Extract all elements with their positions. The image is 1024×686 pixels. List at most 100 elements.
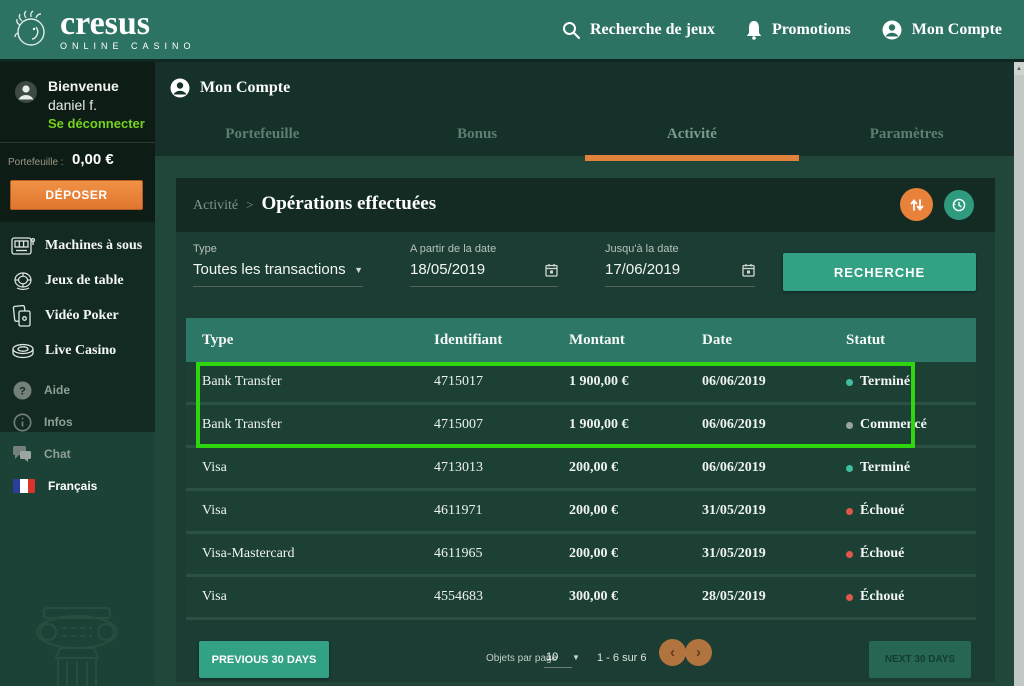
sidebar-divider (0, 142, 155, 143)
slot-machine-icon (11, 236, 35, 256)
sidebar-item-live-casino[interactable]: Live Casino (0, 333, 155, 368)
table-header-row: Type Identifiant Montant Date Statut (186, 318, 976, 362)
greek-column-art (22, 600, 132, 686)
tab-portefeuille[interactable]: Portefeuille (155, 112, 370, 156)
history-button[interactable] (944, 190, 974, 220)
cell-date: 31/05/2019 (686, 503, 830, 519)
welcome-greeting: Bienvenue (48, 78, 119, 94)
filter-type-label: Type (193, 243, 363, 255)
breadcrumb: Activité > Opérations effectuées (193, 193, 436, 215)
calendar-icon (742, 263, 755, 277)
table-row[interactable]: Visa 4611971 200,00 € 31/05/2019 Échoué (186, 491, 976, 534)
page-previous-button[interactable]: ‹ (659, 639, 686, 666)
account-icon (169, 77, 191, 99)
status-label: Échoué (860, 503, 904, 519)
vertical-scrollbar[interactable]: ▲ (1014, 62, 1024, 686)
sidebar-item-label: Jeux de table (45, 273, 124, 289)
filter-date-to-value: 17/06/2019 (605, 261, 680, 278)
breadcrumb-parent[interactable]: Activité (193, 198, 238, 214)
sidebar-item-aide[interactable]: ? Aide (0, 375, 155, 405)
recherche-button[interactable]: RECHERCHE (783, 253, 976, 291)
search-icon (561, 20, 581, 40)
chevron-right-icon: › (696, 644, 701, 661)
filter-underline (605, 286, 755, 287)
account-band: Mon Compte Portefeuille Bonus Activité P… (155, 62, 1014, 157)
sidebar-item-label: Chat (44, 447, 71, 461)
tab-bonus[interactable]: Bonus (370, 112, 585, 156)
nav-search-games[interactable]: Recherche de jeux (561, 20, 715, 40)
filter-underline (193, 286, 363, 287)
table-row[interactable]: Visa-Mastercard 4611965 200,00 € 31/05/2… (186, 534, 976, 577)
cell-date: 28/05/2019 (686, 589, 830, 605)
wallet-label: Portefeuille : (8, 157, 64, 168)
cell-status: Échoué (830, 503, 976, 519)
col-date: Date (686, 332, 830, 349)
sidebar-item-label: Infos (44, 415, 73, 429)
cards-icon (12, 305, 34, 327)
account-tabs: Portefeuille Bonus Activité Paramètres (155, 112, 1014, 157)
cell-amount: 1 900,00 € (553, 417, 686, 433)
status-dot (846, 465, 853, 472)
status-label: Échoué (860, 589, 904, 605)
cell-id: 4713013 (418, 460, 553, 476)
sidebar-item-langue-francais[interactable]: Français (0, 471, 155, 501)
sidebar-item-machines-a-sous[interactable]: Machines à sous (0, 228, 155, 263)
sidebar-item-label: Live Casino (45, 343, 116, 359)
previous-30-days-button[interactable]: PREVIOUS 30 DAYS (199, 641, 329, 678)
transfer-arrows-icon (909, 197, 925, 213)
logout-link[interactable]: Se déconnecter (48, 116, 145, 131)
status-label: Terminé (860, 460, 910, 476)
sidebar-account-block: Bienvenue daniel f. Se déconnecter Porte… (0, 62, 155, 222)
chevron-left-icon: ‹ (670, 644, 675, 661)
page-title: Mon Compte (200, 79, 290, 97)
breadcrumb-current: Opérations effectuées (261, 193, 436, 215)
svg-text:?: ? (19, 385, 26, 397)
chevron-down-icon: ▼ (354, 265, 363, 275)
cresus-logo[interactable]: cresus ONLINE CASINO (10, 7, 196, 53)
nav-promotions[interactable]: Promotions (745, 20, 851, 40)
deposit-button[interactable]: DÉPOSER (10, 180, 143, 210)
table-row[interactable]: Visa 4554683 300,00 € 28/05/2019 Échoué (186, 577, 976, 620)
transactions-button[interactable] (900, 188, 933, 221)
wallet-amount: 0,00 € (72, 151, 114, 168)
filter-date-from-input[interactable]: A partir de la date 18/05/2019 (410, 243, 558, 287)
per-page-select[interactable]: 10 (544, 651, 572, 668)
sidebar-item-jeux-de-table[interactable]: Jeux de table (0, 263, 155, 298)
cell-type: Bank Transfer (186, 374, 418, 390)
filter-underline (410, 286, 558, 287)
sidebar: Bienvenue daniel f. Se déconnecter Porte… (0, 62, 155, 686)
filter-date-to-input[interactable]: Jusqu'à la date 17/06/2019 (605, 243, 755, 287)
scrollbar-up-arrow[interactable]: ▲ (1014, 62, 1024, 75)
activity-panel: Activité > Opérations effectuées (176, 178, 995, 682)
table-row[interactable]: Visa 4713013 200,00 € 06/06/2019 Terminé (186, 448, 976, 491)
cell-id: 4611971 (418, 503, 553, 519)
cell-id: 4554683 (418, 589, 553, 605)
top-navigation: Recherche de jeux Promotions Mon Compte (561, 19, 1024, 41)
next-30-days-button[interactable]: NEXT 30 DAYS (869, 641, 971, 678)
filter-type-select[interactable]: Type Toutes les transactions▼ (193, 243, 363, 287)
history-icon (951, 197, 967, 213)
nav-mon-compte[interactable]: Mon Compte (881, 19, 1002, 41)
chevron-down-icon: ▼ (572, 653, 580, 662)
tab-activite[interactable]: Activité (585, 112, 800, 156)
cresus-casino-app: cresus ONLINE CASINO Recherche de jeux P… (0, 0, 1024, 686)
panel-header: Activité > Opérations effectuées (176, 178, 995, 232)
french-flag-icon (13, 479, 35, 493)
status-dot (846, 551, 853, 558)
nav-search-label: Recherche de jeux (590, 21, 715, 39)
cell-date: 31/05/2019 (686, 546, 830, 562)
calendar-icon (545, 263, 558, 277)
cell-status: Commencé (830, 417, 976, 433)
sidebar-item-video-poker[interactable]: Vidéo Poker (0, 298, 155, 333)
sidebar-item-chat[interactable]: Chat (0, 439, 155, 469)
cell-date: 06/06/2019 (686, 417, 830, 433)
sidebar-item-infos[interactable]: Infos (0, 407, 155, 437)
tab-parametres[interactable]: Paramètres (799, 112, 1014, 156)
page-next-button[interactable]: › (685, 639, 712, 666)
cell-date: 06/06/2019 (686, 374, 830, 390)
cell-type: Visa (186, 503, 418, 519)
table-row[interactable]: Bank Transfer 4715017 1 900,00 € 06/06/2… (186, 362, 976, 405)
nav-account-label: Mon Compte (912, 21, 1002, 39)
table-row[interactable]: Bank Transfer 4715007 1 900,00 € 06/06/2… (186, 405, 976, 448)
sidebar-item-label: Vidéo Poker (45, 308, 119, 324)
